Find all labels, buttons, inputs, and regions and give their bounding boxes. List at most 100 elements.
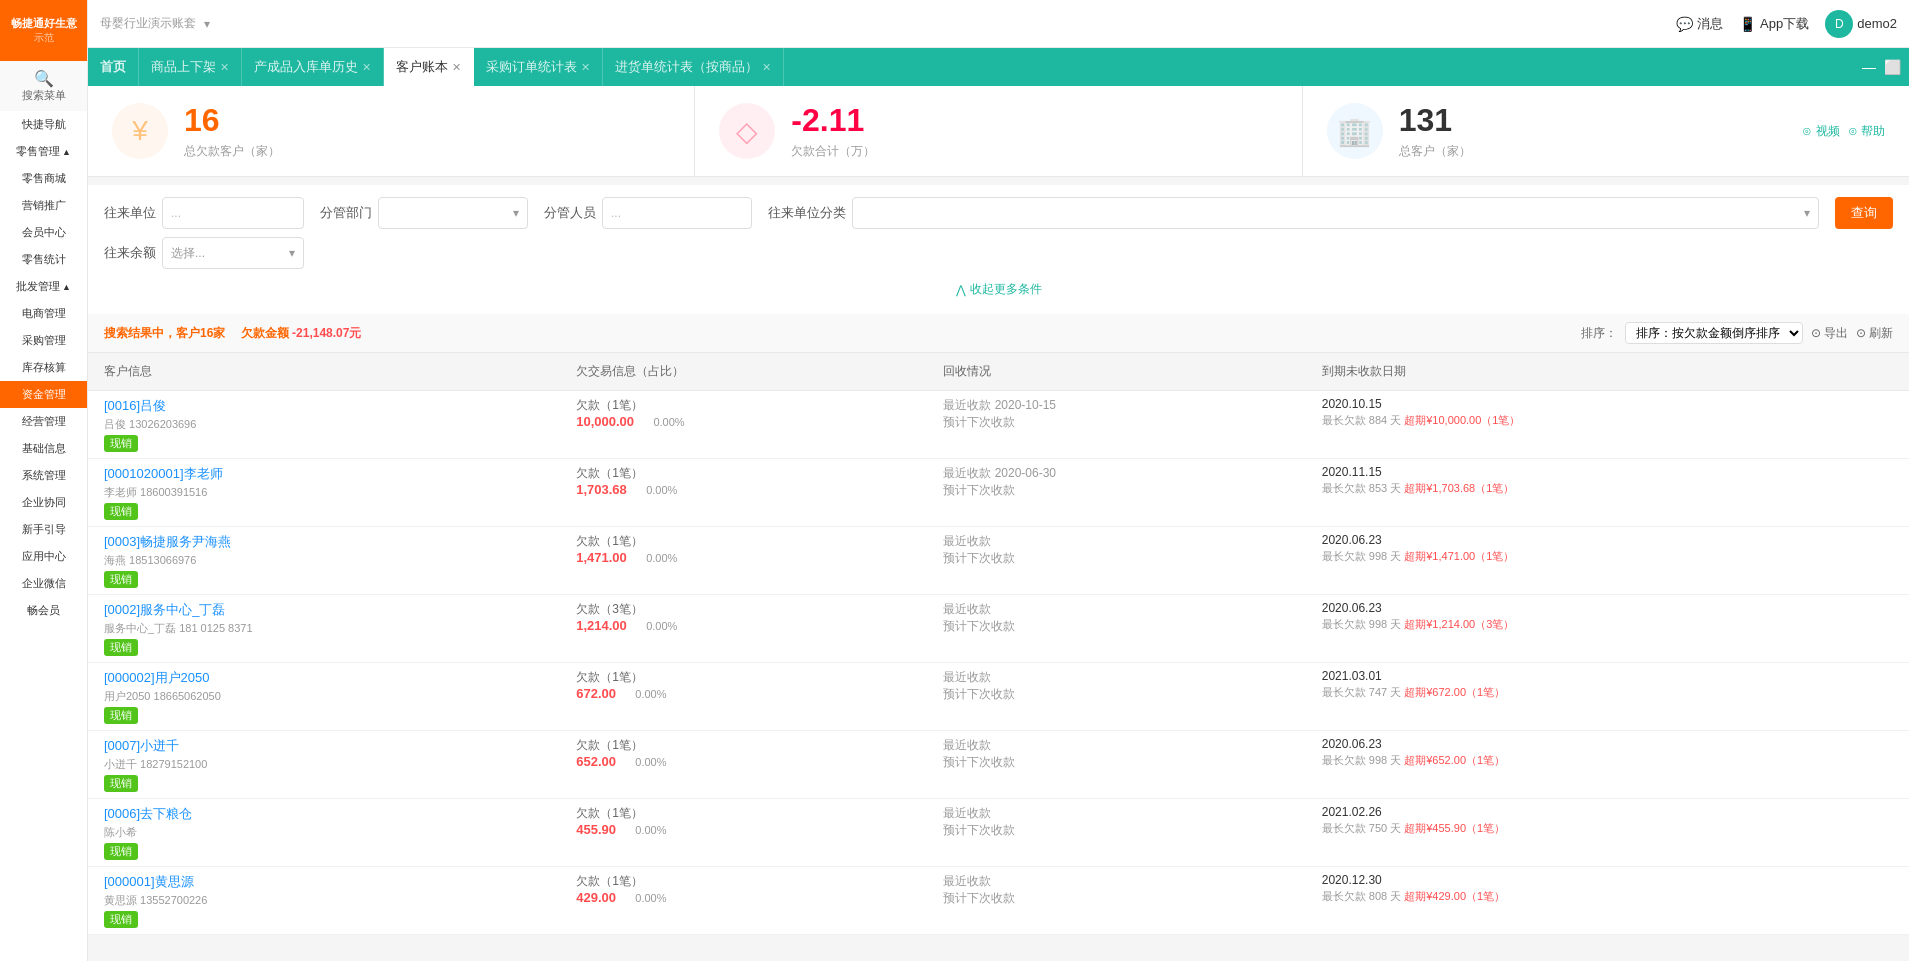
customer-name[interactable]: [0003]畅捷服务尹海燕 [104, 533, 544, 551]
collapse-btn[interactable]: ⋀ 收起更多条件 [104, 277, 1893, 302]
balance-input[interactable]: 选择... ▾ [162, 237, 304, 269]
sidebar-item-batch-mgmt[interactable]: 批发管理 ▲ [0, 273, 87, 300]
debt-amount[interactable]: 1,703.68 [576, 482, 627, 497]
customer-tag: 现销 [104, 911, 138, 928]
sidebar-item-retail-mall[interactable]: 零售商城 [0, 165, 87, 192]
customer-tag: 现销 [104, 775, 138, 792]
table-container: 客户信息 欠交易信息（占比） 回收情况 到期未收款日期 [0016]吕俊 吕俊 … [88, 353, 1909, 935]
debt-amount[interactable]: 429.00 [576, 890, 616, 905]
app-subtitle: 示范 [4, 31, 83, 45]
sidebar-item-operations[interactable]: 经营管理 [0, 408, 87, 435]
source-unit-input[interactable]: ... [162, 197, 304, 229]
tab-product-shelf[interactable]: 商品上下架 ✕ [139, 48, 242, 86]
debt-count: 欠款（1笔） [576, 805, 911, 822]
message-icon: 💬 [1676, 16, 1693, 32]
sidebar-item-quick-nav[interactable]: 快捷导航 [0, 111, 87, 138]
customer-name[interactable]: [0016]吕俊 [104, 397, 544, 415]
due-date-cell: 2020.12.30 最长欠款 808 天 超期¥429.00（1笔） [1306, 867, 1909, 935]
filter-area: 往来单位 ... 分管部门 ▾ 分管人员 [88, 185, 1909, 314]
sidebar-item-purchase[interactable]: 采购管理 [0, 327, 87, 354]
tab-purchase-stats[interactable]: 进货单统计表（按商品） ✕ [603, 48, 784, 86]
sidebar-item-retail-mgmt[interactable]: 零售管理 ▲ [0, 138, 87, 165]
tab-home[interactable]: 首页 [88, 48, 139, 86]
tab-close-icon[interactable]: ✕ [581, 61, 590, 74]
debt-percent: 0.00% [646, 552, 677, 564]
sort-select[interactable]: 排序：按欠款金额倒序排序 [1625, 322, 1803, 344]
tab-close-icon[interactable]: ✕ [762, 61, 771, 74]
sidebar-item-member[interactable]: 会员中心 [0, 219, 87, 246]
message-label: 消息 [1697, 15, 1723, 33]
sidebar-item-apps[interactable]: 应用中心 [0, 543, 87, 570]
sidebar-item-marketing[interactable]: 营销推广 [0, 192, 87, 219]
category-input[interactable]: ▾ [852, 197, 1819, 229]
sidebar-item-finance[interactable]: 资金管理 [0, 381, 87, 408]
debt-amount[interactable]: 652.00 [576, 754, 616, 769]
tab-customer-account[interactable]: 客户账本 ✕ [384, 48, 474, 86]
recovery-next: 预计下次收款 [943, 754, 1289, 771]
sidebar-item-retail-stats[interactable]: 零售统计 [0, 246, 87, 273]
customer-name[interactable]: [0001020001]李老师 [104, 465, 544, 483]
tab-product-history[interactable]: 产成品入库单历史 ✕ [242, 48, 384, 86]
manager-input[interactable]: ... [602, 197, 752, 229]
sidebar-item-member2[interactable]: 畅会员 [0, 597, 87, 624]
debt-amount[interactable]: 672.00 [576, 686, 616, 701]
sidebar-item-enterprise[interactable]: 企业协同 [0, 489, 87, 516]
sidebar-item-wechat[interactable]: 企业微信 [0, 570, 87, 597]
video-btn[interactable]: ⊙ 视频 [1802, 123, 1839, 140]
customer-info-cell: [0007]小迸千 小迸千 18279152100 现销 [88, 731, 560, 799]
tab-close-icon[interactable]: ✕ [220, 61, 229, 74]
sidebar-item-basic-info[interactable]: 基础信息 [0, 435, 87, 462]
customer-info-cell: [0003]畅捷服务尹海燕 海燕 18513066976 现销 [88, 527, 560, 595]
overdue-link[interactable]: 超期¥672.00（1笔） [1404, 686, 1505, 698]
customer-name[interactable]: [0007]小迸千 [104, 737, 544, 755]
tab-close-icon[interactable]: ✕ [452, 61, 461, 74]
export-btn[interactable]: ⊙ 导出 [1811, 325, 1848, 342]
debt-percent: 0.00% [653, 416, 684, 428]
due-date: 2021.03.01 [1322, 669, 1893, 683]
refresh-btn[interactable]: ⊙ 刷新 [1856, 325, 1893, 342]
customer-tag: 现销 [104, 435, 138, 452]
sidebar-item-system[interactable]: 系统管理 [0, 462, 87, 489]
debt-amount[interactable]: 1,471.00 [576, 550, 627, 565]
minimize-icon[interactable]: — [1862, 59, 1876, 75]
app-download-btn[interactable]: 📱 App下载 [1739, 15, 1809, 33]
overdue-link[interactable]: 超期¥455.90（1笔） [1404, 822, 1505, 834]
customer-name[interactable]: [0002]服务中心_丁磊 [104, 601, 544, 619]
due-date-cell: 2020.10.15 最长欠款 884 天 超期¥10,000.00（1笔） [1306, 391, 1909, 459]
tab-close-icon[interactable]: ✕ [362, 61, 371, 74]
overdue-link[interactable]: 超期¥1,471.00（1笔） [1404, 550, 1514, 562]
customer-name[interactable]: [0006]去下粮仓 [104, 805, 544, 823]
overdue-link[interactable]: 超期¥1,214.00（3笔） [1404, 618, 1514, 630]
summary-card-total-customers: 🏢 131 总客户（家） ⊙ 视频 ⊙ 帮助 [1303, 86, 1909, 176]
overdue-link[interactable]: 超期¥429.00（1笔） [1404, 890, 1505, 902]
recovery-cell: 最近收款 2020-10-15 预计下次收款 [927, 391, 1305, 459]
customer-name[interactable]: [000002]用户2050 [104, 669, 544, 687]
debt-info-cell: 欠款（1笔） 10,000.00 0.00% [560, 391, 927, 459]
chevron-up-icon: ⋀ [956, 283, 966, 297]
debtors-label: 总欠款客户（家） [184, 143, 280, 160]
help-btn[interactable]: ⊙ 帮助 [1848, 123, 1885, 140]
overdue-link[interactable]: 超期¥1,703.68（1笔） [1404, 482, 1514, 494]
table-row: [0003]畅捷服务尹海燕 海燕 18513066976 现销 欠款（1笔） 1… [88, 527, 1909, 595]
query-button[interactable]: 查询 [1835, 197, 1893, 229]
sidebar-item-search[interactable]: 🔍 搜索菜单 [0, 61, 87, 111]
debt-amount[interactable]: 10,000.00 [576, 414, 634, 429]
overdue-link[interactable]: 超期¥10,000.00（1笔） [1404, 414, 1520, 426]
sidebar-item-inventory[interactable]: 库存核算 [0, 354, 87, 381]
sidebar-item-ecommerce[interactable]: 电商管理 [0, 300, 87, 327]
overdue-link[interactable]: 超期¥652.00（1笔） [1404, 754, 1505, 766]
filter-manager: 分管人员 ... [544, 197, 752, 229]
sidebar-item-guide[interactable]: 新手引导 [0, 516, 87, 543]
due-date: 2020.06.23 [1322, 601, 1893, 615]
col-debt-info: 欠交易信息（占比） [560, 353, 927, 391]
message-btn[interactable]: 💬 消息 [1676, 15, 1723, 33]
table-header: 客户信息 欠交易信息（占比） 回收情况 到期未收款日期 [88, 353, 1909, 391]
maximize-icon[interactable]: ⬜ [1884, 59, 1901, 75]
tab-purchase-order[interactable]: 采购订单统计表 ✕ [474, 48, 603, 86]
user-avatar[interactable]: D demo2 [1825, 10, 1897, 38]
debt-amount[interactable]: 1,214.00 [576, 618, 627, 633]
total-customers-value: 131 [1399, 102, 1471, 139]
customer-name[interactable]: [000001]黄思源 [104, 873, 544, 891]
debt-amount[interactable]: 455.90 [576, 822, 616, 837]
dept-input[interactable]: ▾ [378, 197, 528, 229]
